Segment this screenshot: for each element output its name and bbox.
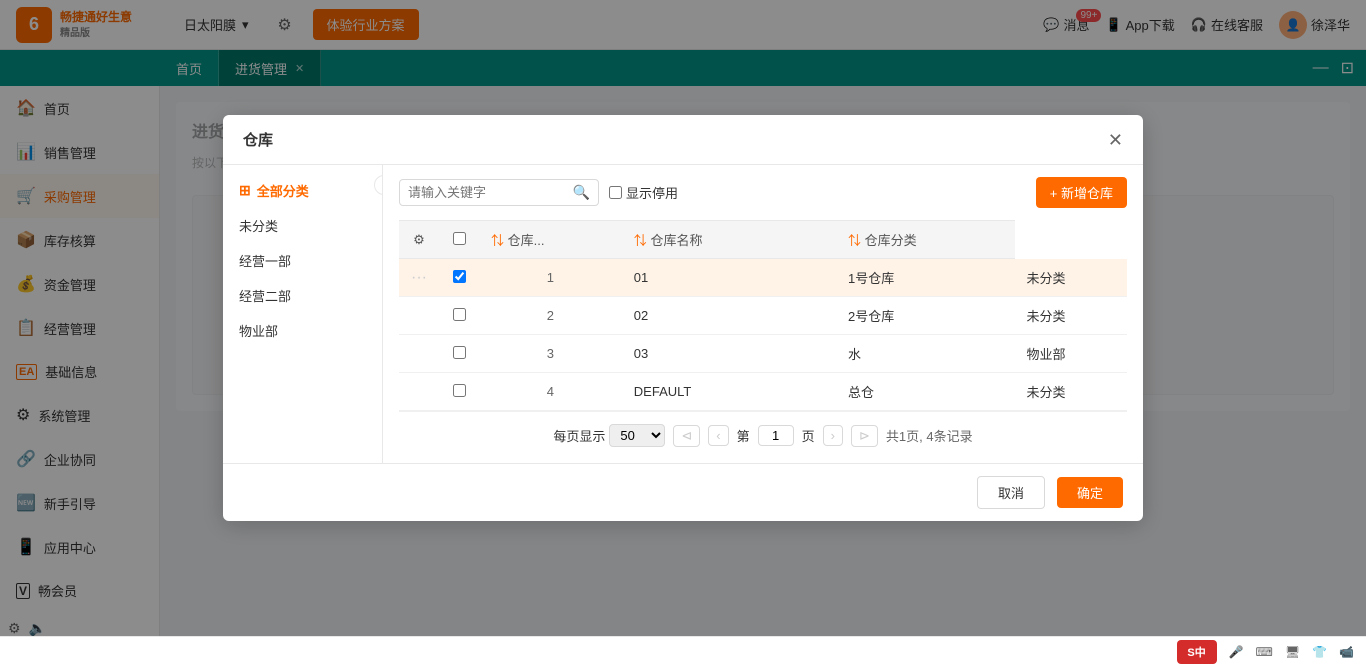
show-disabled-label: 显示停用 [626, 183, 678, 202]
prev-page-button[interactable]: ‹ [708, 425, 728, 446]
all-categories-label: 全部分类 [257, 181, 309, 200]
th-settings: ⚙ [399, 221, 439, 259]
row-num-cell: 2 [479, 297, 622, 335]
statusbar-logo: S中 [1177, 640, 1217, 664]
th-code[interactable]: ⇅ 仓库... [479, 221, 622, 259]
modal-category-unclassified[interactable]: 未分类 [223, 208, 382, 243]
row-code-cell: 01 [622, 259, 836, 297]
row-code-cell: 03 [622, 335, 836, 373]
sort-icon-cat: ⇅ [848, 233, 861, 248]
row-name-cell: 水 [836, 335, 1015, 373]
row-code-cell: 02 [622, 297, 836, 335]
confirm-button[interactable]: 确定 [1057, 477, 1123, 508]
display-icon[interactable]: 🖥 [1285, 645, 1300, 659]
modal-toolbar: 🔍 显示停用 + 新增仓库 [399, 177, 1127, 208]
table-row[interactable]: ··· 1011号仓库未分类 [399, 259, 1127, 297]
per-page-label: 每页显示 [553, 426, 605, 445]
mic-icon[interactable]: 🎤 [1229, 645, 1244, 659]
camera-icon[interactable]: 📹 [1339, 645, 1354, 659]
row-num-cell: 3 [479, 335, 622, 373]
page-suffix: 页 [802, 426, 815, 445]
modal-all-categories[interactable]: ⊞ 全部分类 [223, 173, 382, 208]
table-row[interactable]: 2022号仓库未分类 [399, 297, 1127, 335]
per-page-dropdown[interactable]: 50 100 [609, 424, 665, 447]
modal-footer: 取消 确定 [223, 463, 1143, 521]
row-name-cell: 1号仓库 [836, 259, 1015, 297]
next-page-button[interactable]: › [823, 425, 843, 446]
modal-header: 仓库 ✕ [223, 115, 1143, 165]
shirt-icon[interactable]: 👕 [1312, 645, 1327, 659]
row-num-cell: 4 [479, 373, 622, 411]
page-input[interactable] [758, 425, 794, 446]
search-button[interactable]: 🔍 [573, 184, 590, 201]
row-name-cell: 总仓 [836, 373, 1015, 411]
th-category[interactable]: ⇅ 仓库分类 [836, 221, 1015, 259]
row-checkbox[interactable] [453, 384, 466, 397]
row-checkbox-cell [439, 373, 479, 411]
modal-overlay: 仓库 ✕ ⊞ 全部分类 《 未分类 经营一部 经营二部 [0, 0, 1366, 636]
page-label: 第 [737, 426, 750, 445]
warehouse-table: ⚙ ⇅ 仓库... ⇅ 仓库名称 [399, 220, 1127, 411]
row-settings-cell [399, 297, 439, 335]
warehouse-modal: 仓库 ✕ ⊞ 全部分类 《 未分类 经营一部 经营二部 [223, 115, 1143, 521]
grid-icon: ⊞ [239, 182, 251, 199]
row-checkbox[interactable] [453, 346, 466, 359]
search-input[interactable] [408, 185, 567, 200]
modal-category-sidebar: ⊞ 全部分类 《 未分类 经营一部 经营二部 物业部 [223, 165, 383, 463]
row-settings-cell [399, 335, 439, 373]
modal-category-property[interactable]: 物业部 [223, 313, 382, 348]
row-category-cell: 物业部 [1015, 335, 1128, 373]
row-code-cell: DEFAULT [622, 373, 836, 411]
table-row[interactable]: 4DEFAULT总仓未分类 [399, 373, 1127, 411]
modal-main: 🔍 显示停用 + 新增仓库 ⚙ [383, 165, 1143, 463]
sort-icon: ⇅ [491, 233, 504, 248]
row-category-cell: 未分类 [1015, 373, 1128, 411]
select-all-checkbox[interactable] [453, 232, 466, 245]
search-input-wrap: 🔍 [399, 179, 599, 206]
modal-close-button[interactable]: ✕ [1108, 131, 1123, 149]
row-checkbox[interactable] [453, 308, 466, 321]
row-num-cell: 1 [479, 259, 622, 297]
row-checkbox-cell [439, 297, 479, 335]
keyboard-icon[interactable]: ⌨ [1256, 645, 1273, 659]
row-settings-cell: ··· [399, 259, 439, 297]
show-disabled-checkbox[interactable] [609, 186, 622, 199]
more-options-button[interactable]: ··· [411, 269, 427, 287]
row-name-cell: 2号仓库 [836, 297, 1015, 335]
sort-icon-name: ⇅ [634, 233, 647, 248]
modal-title: 仓库 [243, 129, 273, 150]
status-bar: S中 🎤 ⌨ 🖥 👕 📹 [0, 636, 1366, 666]
row-category-cell: 未分类 [1015, 259, 1128, 297]
th-checkbox [439, 221, 479, 259]
add-warehouse-button[interactable]: + 新增仓库 [1036, 177, 1127, 208]
row-checkbox[interactable] [453, 270, 466, 283]
show-disabled-wrap: 显示停用 [609, 183, 678, 202]
table-row[interactable]: 303水物业部 [399, 335, 1127, 373]
first-page-button[interactable]: ⊲ [673, 425, 700, 447]
modal-category-ops2[interactable]: 经营二部 [223, 278, 382, 313]
row-checkbox-cell [439, 259, 479, 297]
row-checkbox-cell [439, 335, 479, 373]
modal-body: ⊞ 全部分类 《 未分类 经营一部 经营二部 物业部 [223, 165, 1143, 463]
row-settings-cell [399, 373, 439, 411]
pagination: 每页显示 50 100 ⊲ ‹ 第 页 › ⊳ 共1页, 4条记录 [399, 411, 1127, 451]
total-info: 共1页, 4条记录 [886, 426, 973, 445]
per-page-select: 每页显示 50 100 [553, 424, 665, 447]
th-name[interactable]: ⇅ 仓库名称 [622, 221, 836, 259]
modal-category-ops1[interactable]: 经营一部 [223, 243, 382, 278]
row-category-cell: 未分类 [1015, 297, 1128, 335]
cancel-button[interactable]: 取消 [977, 476, 1045, 509]
last-page-button[interactable]: ⊳ [851, 425, 878, 447]
